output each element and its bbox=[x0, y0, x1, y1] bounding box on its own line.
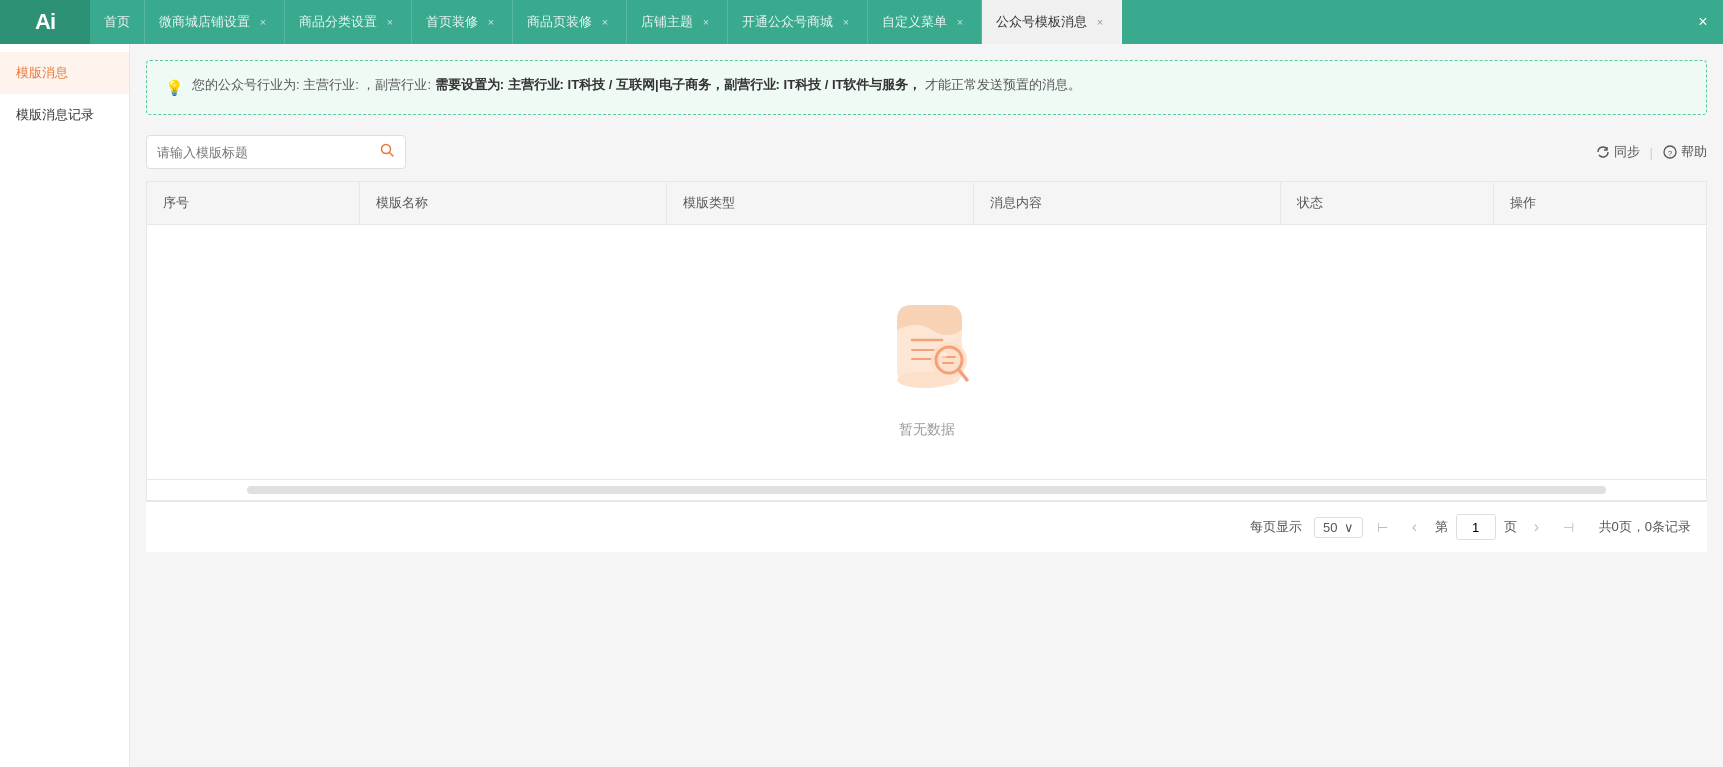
alert-icon: 💡 bbox=[165, 76, 184, 100]
main-layout: 模版消息模版消息记录 💡 您的公众号行业为: 主营行业: ，副营行业: 需要设置… bbox=[0, 44, 1723, 767]
sidebar-item-template-msg[interactable]: 模版消息 bbox=[0, 52, 129, 94]
search-bar: 同步 | ? 帮助 bbox=[146, 135, 1707, 169]
search-input[interactable] bbox=[157, 145, 380, 160]
empty-state: 暂无数据 bbox=[146, 225, 1707, 480]
app-logo: Ai bbox=[0, 0, 90, 44]
top-nav: Ai 首页微商城店铺设置×商品分类设置×首页装修×商品页装修×店铺主题×开通公众… bbox=[0, 0, 1723, 44]
col-header-content: 消息内容 bbox=[973, 182, 1280, 225]
horizontal-scrollbar[interactable] bbox=[247, 486, 1606, 494]
per-page-value: 50 bbox=[1323, 520, 1337, 535]
page-label: 第 bbox=[1435, 518, 1448, 536]
total-info: 共0页，0条记录 bbox=[1599, 518, 1691, 536]
sync-button[interactable]: 同步 bbox=[1596, 143, 1640, 161]
table-container: 序号模版名称模版类型消息内容状态操作 bbox=[146, 181, 1707, 501]
page-input[interactable] bbox=[1456, 514, 1496, 540]
col-header-status: 状态 bbox=[1280, 182, 1493, 225]
col-header-name: 模版名称 bbox=[360, 182, 667, 225]
scrollbar-row[interactable] bbox=[146, 480, 1707, 501]
close-tab-icon[interactable]: × bbox=[953, 15, 967, 29]
industry-alert: 💡 您的公众号行业为: 主营行业: ，副营行业: 需要设置为: 主营行业: IT… bbox=[146, 60, 1707, 115]
toolbar-right: 同步 | ? 帮助 bbox=[1596, 143, 1707, 161]
sidebar-item-template-msg-records[interactable]: 模版消息记录 bbox=[0, 94, 129, 136]
close-tab-icon[interactable]: × bbox=[1093, 15, 1107, 29]
alert-text-bold: 需要设置为: 主营行业: IT科技 / 互联网|电子商务，副营行业: IT科技 … bbox=[435, 77, 922, 92]
nav-tab-home-decor[interactable]: 首页装修× bbox=[412, 0, 513, 44]
sync-icon bbox=[1596, 145, 1610, 159]
first-page-button[interactable]: ⊢ bbox=[1371, 515, 1395, 539]
nav-tab-open-mall[interactable]: 开通公众号商城× bbox=[728, 0, 868, 44]
svg-line-1 bbox=[390, 153, 394, 157]
svg-point-13 bbox=[941, 352, 947, 358]
col-header-type: 模版类型 bbox=[666, 182, 973, 225]
nav-tab-shop-settings[interactable]: 微商城店铺设置× bbox=[145, 0, 285, 44]
close-tab-icon[interactable]: × bbox=[839, 15, 853, 29]
sidebar: 模版消息模版消息记录 bbox=[0, 44, 130, 767]
close-tab-icon[interactable]: × bbox=[383, 15, 397, 29]
close-tab-icon[interactable]: × bbox=[699, 15, 713, 29]
close-all-button[interactable]: × bbox=[1683, 0, 1723, 44]
search-input-wrap[interactable] bbox=[146, 135, 406, 169]
nav-tab-product-decor[interactable]: 商品页装修× bbox=[513, 0, 627, 44]
empty-text: 暂无数据 bbox=[899, 421, 955, 439]
chevron-down-icon: ∨ bbox=[1344, 520, 1354, 535]
nav-tab-custom-menu[interactable]: 自定义菜单× bbox=[868, 0, 982, 44]
last-page-button[interactable]: ⊣ bbox=[1557, 515, 1581, 539]
nav-tab-home[interactable]: 首页 bbox=[90, 0, 145, 44]
page-unit: 页 bbox=[1504, 518, 1517, 536]
nav-tab-template-msg[interactable]: 公众号模板消息× bbox=[982, 0, 1122, 44]
alert-text-prefix: 您的公众号行业为: 主营行业: ，副营行业: bbox=[192, 77, 435, 92]
alert-text-suffix: 才能正常发送预置的消息。 bbox=[925, 77, 1081, 92]
alert-content: 您的公众号行业为: 主营行业: ，副营行业: 需要设置为: 主营行业: IT科技… bbox=[192, 75, 1081, 96]
col-header-action: 操作 bbox=[1493, 182, 1706, 225]
per-page-label: 每页显示 bbox=[1250, 518, 1302, 536]
close-tab-icon[interactable]: × bbox=[256, 15, 270, 29]
pagination: 每页显示 50 ∨ ⊢ ‹ 第 页 › ⊣ 共0页，0条记录 bbox=[146, 501, 1707, 552]
svg-text:?: ? bbox=[1668, 149, 1673, 158]
nav-tab-category-settings[interactable]: 商品分类设置× bbox=[285, 0, 412, 44]
empty-illustration bbox=[867, 285, 987, 405]
close-tab-icon[interactable]: × bbox=[484, 15, 498, 29]
prev-page-button[interactable]: ‹ bbox=[1403, 515, 1427, 539]
nav-tabs: 首页微商城店铺设置×商品分类设置×首页装修×商品页装修×店铺主题×开通公众号商城… bbox=[90, 0, 1683, 44]
nav-tab-shop-theme[interactable]: 店铺主题× bbox=[627, 0, 728, 44]
search-icon bbox=[380, 143, 395, 158]
close-tab-icon[interactable]: × bbox=[598, 15, 612, 29]
search-button[interactable] bbox=[380, 143, 395, 161]
help-icon: ? bbox=[1663, 145, 1677, 159]
content-area: 💡 您的公众号行业为: 主营行业: ，副营行业: 需要设置为: 主营行业: IT… bbox=[130, 44, 1723, 767]
col-header-seq: 序号 bbox=[147, 182, 360, 225]
toolbar-divider: | bbox=[1650, 145, 1653, 160]
data-table: 序号模版名称模版类型消息内容状态操作 bbox=[146, 181, 1707, 225]
help-button[interactable]: ? 帮助 bbox=[1663, 143, 1707, 161]
next-page-button[interactable]: › bbox=[1525, 515, 1549, 539]
per-page-select[interactable]: 50 ∨ bbox=[1314, 517, 1362, 538]
